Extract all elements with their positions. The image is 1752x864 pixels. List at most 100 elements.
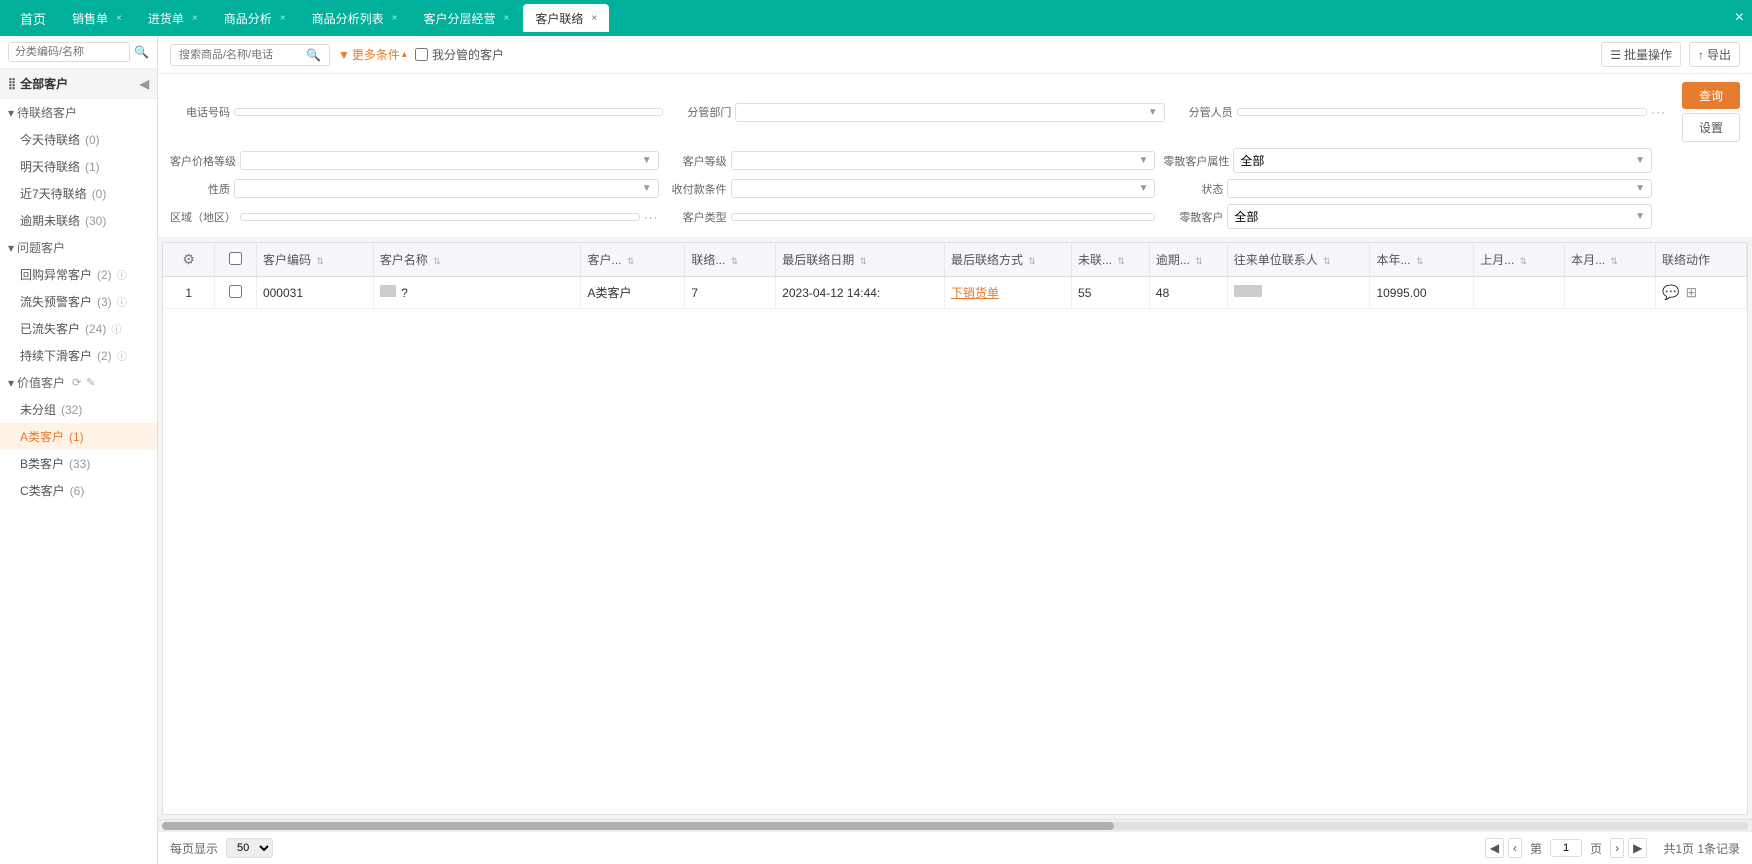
sidebar-item-7days[interactable]: 近7天待联络 (0) [0, 180, 157, 207]
settings-button[interactable]: 设置 [1682, 113, 1740, 142]
filter-person-dots[interactable]: ··· [1651, 105, 1666, 119]
sidebar-item-overdue[interactable]: 逾期未联络 (30) [0, 207, 157, 234]
sidebar-problem-section[interactable]: ▾ 问题客户 [0, 234, 157, 261]
filter-price-level-input[interactable]: ▼ [240, 151, 659, 170]
pagination-footer: 每页显示 50 ◀ ‹ 第 页 › ▶ 共1页 1条记录 [158, 831, 1752, 864]
filter-retail-attr-input[interactable]: 全部 ▼ [1233, 148, 1652, 173]
filter-status-label: 状态 [1163, 181, 1223, 197]
close-all-tabs[interactable]: × [1735, 9, 1744, 27]
filter-customer-type-input[interactable] [731, 213, 1156, 221]
sidebar-item-abnormal[interactable]: 回购异常客户 (2) ⓘ [0, 261, 157, 288]
nav-tab-analysis-close[interactable]: × [280, 13, 286, 24]
sidebar-item-tomorrow-label: 明天待联络 [20, 158, 80, 175]
my-customers-filter[interactable]: 我分管的客户 [415, 46, 504, 63]
nav-tab-customer-contact[interactable]: 客户联络 × [523, 4, 609, 32]
th-name[interactable]: 客户名称 ⇅ [373, 243, 581, 277]
main-layout: 🔍 ⣿ 全部客户 ◀ ▾ 待联络客户 今天待联络 (0) 明天待联络 (1) 近… [0, 36, 1752, 864]
th-lastway[interactable]: 最后联络方式 ⇅ [944, 243, 1071, 277]
nav-tab-analysis-list[interactable]: 商品分析列表 × [300, 4, 410, 32]
th-thisyear[interactable]: 本年... ⇅ [1370, 243, 1474, 277]
sidebar-item-class-b[interactable]: B类客户 (33) [0, 450, 157, 477]
sidebar-search-input[interactable] [8, 42, 130, 62]
th-ctype[interactable]: 客户... ⇅ [581, 243, 685, 277]
chat-icon[interactable]: 💬 [1662, 284, 1679, 301]
first-page-btn[interactable]: ◀ [1485, 838, 1504, 858]
sidebar-item-declining[interactable]: 持续下滑客户 (2) ⓘ [0, 342, 157, 369]
filter-status-input[interactable]: ▼ [1227, 179, 1652, 198]
sidebar-search-container: 🔍 [0, 36, 157, 69]
sidebar-value-edit-icon[interactable]: ✎ [86, 376, 95, 389]
th-code[interactable]: 客户编码 ⇅ [256, 243, 373, 277]
th-contact[interactable]: 联络... ⇅ [685, 243, 776, 277]
nav-tab-analysis[interactable]: 商品分析 × [212, 4, 298, 32]
qr-icon[interactable]: ⊞ [1685, 284, 1697, 301]
th-company[interactable]: 往来单位联系人 ⇅ [1227, 243, 1370, 277]
filter-phone-input[interactable] [234, 108, 663, 116]
sidebar-pending-section[interactable]: ▾ 待联络客户 [0, 99, 157, 126]
nav-tab-customer-mgmt-close[interactable]: × [503, 13, 509, 24]
filter-dept-input[interactable]: ▼ [735, 103, 1164, 122]
nav-tab-customer-contact-close[interactable]: × [591, 13, 597, 24]
th-lastdate[interactable]: 最后联络日期 ⇅ [776, 243, 945, 277]
my-customers-checkbox[interactable] [415, 48, 428, 61]
th-nocontact[interactable]: 未联... ⇅ [1072, 243, 1150, 277]
nav-home[interactable]: 首页 [8, 4, 58, 32]
filter-person-label: 分管人员 [1173, 104, 1233, 120]
row-checkbox[interactable] [229, 285, 242, 298]
sidebar-item-tomorrow[interactable]: 明天待联络 (1) [0, 153, 157, 180]
th-overdue[interactable]: 逾期... ⇅ [1149, 243, 1227, 277]
nav-tab-purchase[interactable]: 进货单 × [136, 4, 210, 32]
nav-tab-purchase-close[interactable]: × [192, 13, 198, 24]
nav-tab-analysis-list-close[interactable]: × [392, 13, 398, 24]
nav-tab-customer-mgmt[interactable]: 客户分层经营 × [411, 4, 521, 32]
th-thismonth[interactable]: 本月... ⇅ [1565, 243, 1656, 277]
sidebar-item-class-a[interactable]: A类客户 (1) [0, 423, 157, 450]
sidebar-item-class-c[interactable]: C类客户 (6) [0, 477, 157, 504]
filter-search-input[interactable] [179, 49, 302, 61]
nav-tab-sales-close[interactable]: × [116, 13, 122, 24]
sidebar-item-churn-warning[interactable]: 流失预警客户 (3) ⓘ [0, 288, 157, 315]
last-page-btn[interactable]: ▶ [1628, 838, 1647, 858]
td-nocontact: 55 [1072, 277, 1150, 309]
filter-retail-customer-input[interactable]: 全部 ▼ [1227, 204, 1652, 229]
scrollbar-track[interactable] [162, 822, 1748, 830]
next-page-btn[interactable]: › [1610, 838, 1624, 858]
filter-retail-attr-label: 零散客户属性 [1163, 153, 1229, 169]
batch-ops-btn[interactable]: ☰ 批量操作 [1601, 42, 1681, 67]
sidebar-collapse-icon[interactable]: ◀ [140, 77, 149, 91]
sidebar-item-today[interactable]: 今天待联络 (0) [0, 126, 157, 153]
row-lastway[interactable]: 下销货单 [951, 286, 999, 300]
sidebar-value-refresh-icon[interactable]: ⟳ [72, 376, 81, 389]
filter-region-dots[interactable]: ··· [644, 210, 659, 224]
sidebar-value-label: 价值客户 [17, 374, 65, 391]
filter-customer-level-input[interactable]: ▼ [731, 151, 1156, 170]
scrollbar-thumb[interactable] [162, 822, 1114, 830]
horizontal-scrollbar[interactable] [158, 819, 1752, 831]
th-lastmonth[interactable]: 上月... ⇅ [1474, 243, 1565, 277]
page-input[interactable] [1550, 839, 1582, 857]
more-conditions-btn[interactable]: ▼ 更多条件 ▴ [338, 46, 407, 63]
sidebar-item-unclassified[interactable]: 未分组 (32) [0, 396, 157, 423]
sidebar-search-icon[interactable]: 🔍 [134, 45, 149, 59]
content-area: 🔍 ▼ 更多条件 ▴ 我分管的客户 ☰ 批量操作 ↑ 导出 [158, 36, 1752, 864]
filter-nature-input[interactable]: ▼ [234, 179, 659, 198]
per-page-select[interactable]: 50 [226, 838, 273, 858]
nav-tab-customer-contact-label: 客户联络 [535, 10, 583, 27]
filter-nature-label: 性质 [170, 181, 230, 197]
export-btn[interactable]: ↑ 导出 [1689, 42, 1740, 67]
filter-customer-level-arrow: ▼ [1138, 155, 1148, 166]
sidebar-item-churned[interactable]: 已流失客户 (24) ⓘ [0, 315, 157, 342]
table-select-all-checkbox[interactable] [229, 252, 242, 265]
sidebar-all-customers-header[interactable]: ⣿ 全部客户 ◀ [0, 69, 157, 99]
filter-person-input[interactable] [1237, 108, 1647, 116]
query-button[interactable]: 查询 [1682, 82, 1740, 109]
filter-payment-input[interactable]: ▼ [731, 179, 1156, 198]
filter-region-input[interactable] [240, 213, 640, 221]
filter-bar: 🔍 ▼ 更多条件 ▴ 我分管的客户 ☰ 批量操作 ↑ 导出 [158, 36, 1752, 74]
filter-retail-attr-value: 全部 [1240, 152, 1264, 169]
filter-search-icon[interactable]: 🔍 [306, 48, 321, 62]
table-settings-icon[interactable]: ⚙ [182, 251, 195, 267]
prev-page-btn[interactable]: ‹ [1508, 838, 1522, 858]
sidebar-value-section[interactable]: ▾ 价值客户 ⟳ ✎ [0, 369, 157, 396]
nav-tab-sales[interactable]: 销售单 × [60, 4, 134, 32]
